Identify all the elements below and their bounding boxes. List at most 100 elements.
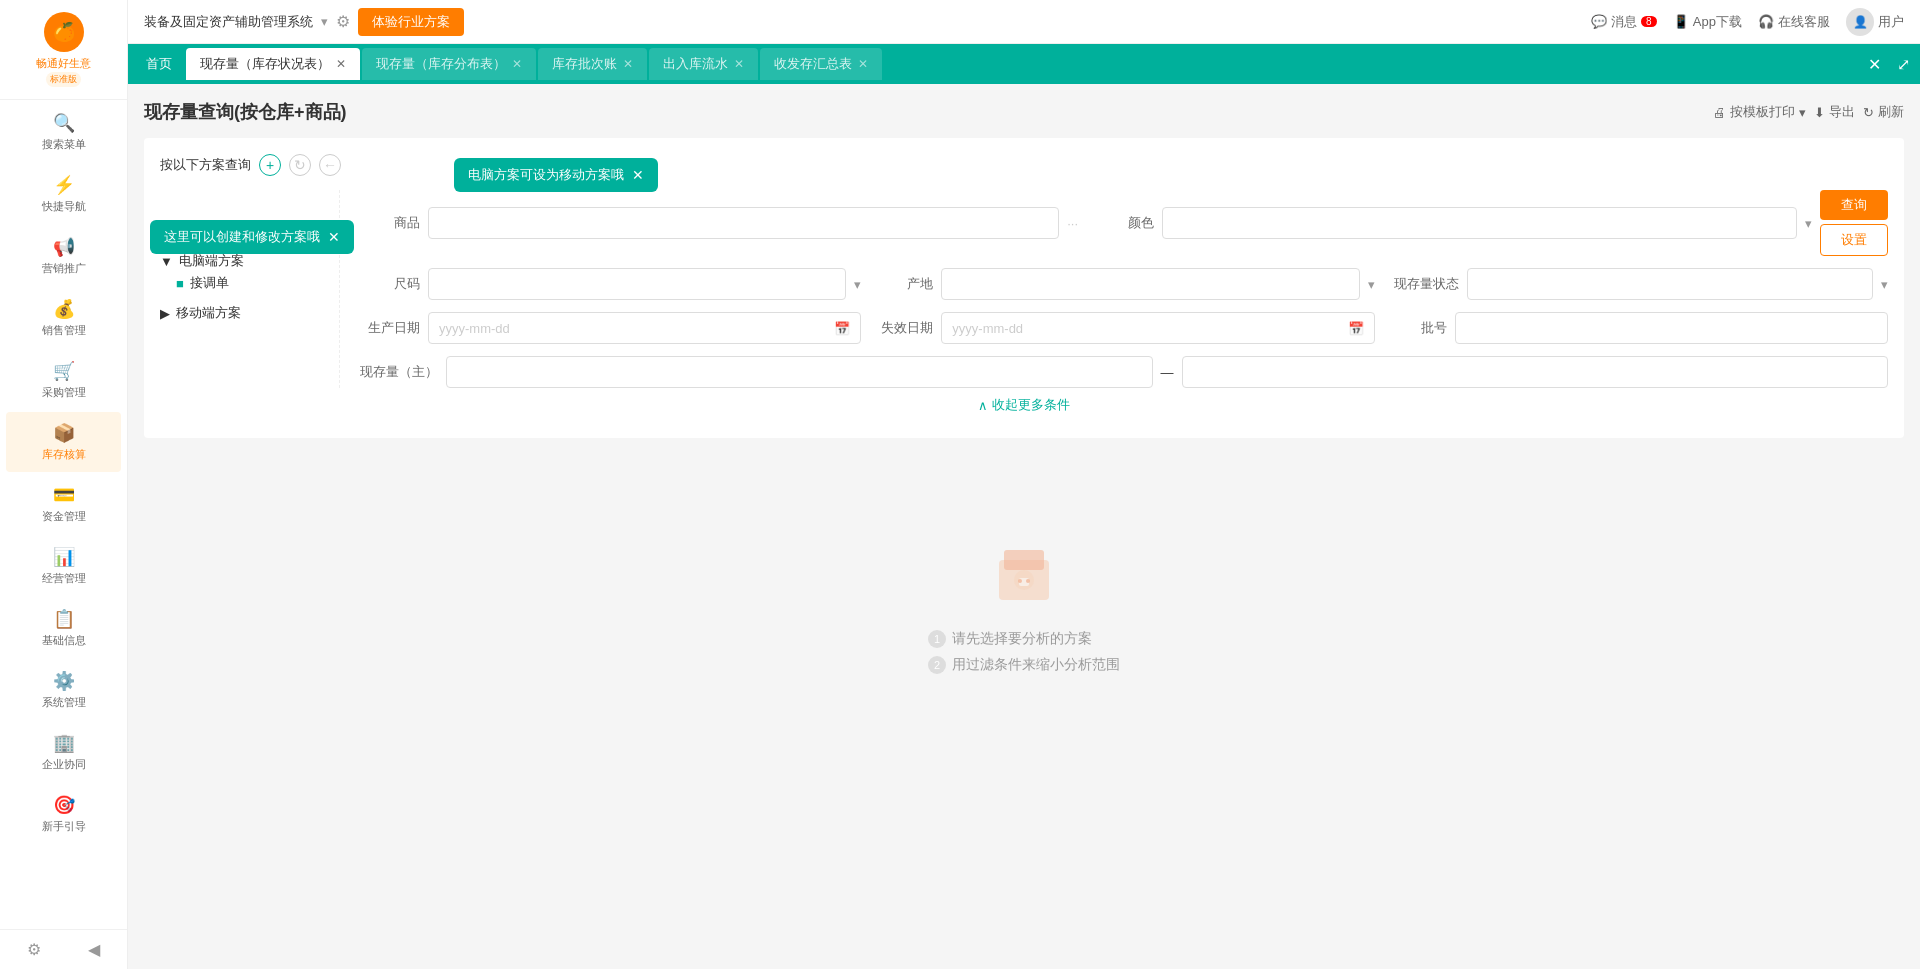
online-service-label: 在线客服 [1778, 13, 1830, 31]
scheme-mobile-header[interactable]: ▶ 移动端方案 [160, 302, 323, 324]
sidebar-item-sales[interactable]: 💰 销售管理 [6, 288, 121, 348]
sidebar-item-search[interactable]: 🔍 搜索菜单 [6, 102, 121, 162]
app-download-action[interactable]: 📱 App下载 [1673, 13, 1742, 31]
collapse-btn[interactable]: ∧ 收起更多条件 [160, 388, 1888, 422]
sidebar-label-operations: 经营管理 [42, 571, 86, 586]
svg-point-5 [1026, 579, 1030, 583]
sidebar-label-search: 搜索菜单 [42, 137, 86, 152]
enterprise-icon: 🏢 [53, 732, 75, 754]
back-scheme-btn[interactable]: ← [319, 154, 341, 176]
inventory-icon: 📦 [53, 422, 75, 444]
scheme-desktop-item-0[interactable]: ■ 接调单 [160, 272, 323, 294]
tooltip-close-1[interactable]: ✕ [632, 167, 644, 183]
tab-flow[interactable]: 出入库流水 ✕ [649, 48, 758, 80]
input-batch[interactable] [1455, 312, 1888, 344]
experience-button[interactable]: 体验行业方案 [358, 8, 464, 36]
tip-text-2: 用过滤条件来缩小分析范围 [952, 656, 1120, 674]
scheme-item-icon: ■ [176, 276, 184, 291]
scheme-mobile: ▶ 移动端方案 [160, 302, 323, 324]
filter-area: 按以下方案查询 + ↻ ← 电脑方案可设为移动方案哦 ✕ [144, 138, 1904, 438]
filter-content: 这里可以创建和修改方案哦 ✕ .tooltip-create::before {… [160, 190, 1888, 388]
sidebar-label-enterprise: 企业协同 [42, 757, 86, 772]
sidebar-nav: 🔍 搜索菜单 ⚡ 快捷导航 📢 营销推广 💰 销售管理 🛒 采购管理 📦 [0, 100, 127, 929]
sidebar-item-marketing[interactable]: 📢 营销推广 [6, 226, 121, 286]
tab-close-1[interactable]: ✕ [512, 57, 522, 71]
tab-batch[interactable]: 库存批次账 ✕ [538, 48, 647, 80]
message-action[interactable]: 💬 消息 8 [1591, 13, 1657, 31]
scheme-item-label: 接调单 [190, 274, 229, 292]
header-gear-icon[interactable]: ⚙ [336, 12, 350, 31]
empty-icon [984, 530, 1064, 610]
label-goods: 商品 [360, 214, 420, 232]
message-icon: 💬 [1591, 14, 1607, 29]
logo-icon: 🍊 [44, 12, 84, 52]
select-goods[interactable] [428, 207, 1059, 239]
expire-date-calendar-icon[interactable]: 📅 [1348, 321, 1364, 336]
refresh-scheme-btn[interactable]: ↻ [289, 154, 311, 176]
sidebar-label-basic-info: 基础信息 [42, 633, 86, 648]
tooltip-close-2[interactable]: ✕ [328, 229, 340, 245]
select-origin-arrow[interactable]: ▾ [1368, 277, 1375, 292]
prod-date-calendar-icon[interactable]: 📅 [834, 321, 850, 336]
user-action[interactable]: 👤 用户 [1846, 8, 1904, 36]
main-content: 装备及固定资产辅助管理系统 ▾ ⚙ 体验行业方案 💬 消息 8 📱 App下载 … [128, 0, 1920, 969]
tab-close-all-btn[interactable]: ✕ [1862, 55, 1887, 74]
print-icon: 🖨 [1713, 105, 1726, 120]
tabs-bar: 首页 现存量（库存状况表） ✕ 现存量（库存分布表） ✕ 库存批次账 ✕ 出入库… [128, 44, 1920, 84]
select-origin[interactable] [941, 268, 1359, 300]
refresh-icon: ↻ [1863, 105, 1874, 120]
tab-summary[interactable]: 收发存汇总表 ✕ [760, 48, 882, 80]
tab-close-0[interactable]: ✕ [336, 57, 346, 71]
sidebar-item-operations[interactable]: 📊 经营管理 [6, 536, 121, 596]
sidebar-label-system: 系统管理 [42, 695, 86, 710]
select-size[interactable] [428, 268, 846, 300]
export-btn[interactable]: ⬇ 导出 [1814, 103, 1855, 121]
input-stock-qty-to[interactable] [1182, 356, 1889, 388]
add-scheme-btn[interactable]: + [259, 154, 281, 176]
select-size-arrow[interactable]: ▾ [854, 277, 861, 292]
export-icon: ⬇ [1814, 105, 1825, 120]
sidebar-item-finance[interactable]: 💳 资金管理 [6, 474, 121, 534]
sidebar-item-inventory[interactable]: 📦 库存核算 [6, 412, 121, 472]
sidebar-item-guide[interactable]: 🎯 新手引导 [6, 784, 121, 844]
tab-close-3[interactable]: ✕ [734, 57, 744, 71]
ellipsis-goods: ··· [1067, 216, 1078, 231]
tip-num-1: 1 [928, 630, 946, 648]
input-stock-qty-from[interactable] [446, 356, 1153, 388]
tab-maximize-btn[interactable]: ⤢ [1891, 55, 1916, 74]
quick-nav-icon: ⚡ [53, 174, 75, 196]
collapse-sidebar-btn[interactable]: ◀ [88, 940, 100, 959]
range-separator: — [1161, 365, 1174, 380]
sidebar-label-quick-nav: 快捷导航 [42, 199, 86, 214]
sidebar-item-basic-info[interactable]: 📋 基础信息 [6, 598, 121, 658]
settings-footer-btn[interactable]: ⚙ [27, 940, 41, 959]
sidebar-item-purchase[interactable]: 🛒 采购管理 [6, 350, 121, 410]
system-select-arrow[interactable]: ▾ [321, 14, 328, 29]
tab-inventory-dist[interactable]: 现存量（库存分布表） ✕ [362, 48, 536, 80]
tooltip-create-scheme: 这里可以创建和修改方案哦 ✕ .tooltip-create::before {… [150, 220, 354, 254]
tooltip-text-1: 电脑方案可设为移动方案哦 [468, 166, 624, 184]
input-expire-date[interactable]: yyyy-mm-dd 📅 [941, 312, 1374, 344]
sidebar-item-system[interactable]: ⚙️ 系统管理 [6, 660, 121, 720]
print-btn[interactable]: 🖨 按模板打印 ▾ [1713, 103, 1806, 121]
set-button[interactable]: 设置 [1820, 224, 1888, 256]
sidebar-label-inventory: 库存核算 [42, 447, 86, 462]
select-stock-status-arrow[interactable]: ▾ [1881, 277, 1888, 292]
expire-date-placeholder: yyyy-mm-dd [952, 321, 1023, 336]
refresh-btn[interactable]: ↻ 刷新 [1863, 103, 1904, 121]
select-color-arrow[interactable]: ▾ [1805, 216, 1812, 231]
sidebar-item-quick-nav[interactable]: ⚡ 快捷导航 [6, 164, 121, 224]
select-color[interactable] [1162, 207, 1797, 239]
tab-close-2[interactable]: ✕ [623, 57, 633, 71]
search-button[interactable]: 查询 [1820, 190, 1888, 220]
input-prod-date[interactable]: yyyy-mm-dd 📅 [428, 312, 861, 344]
tab-home[interactable]: 首页 [132, 55, 186, 73]
sidebar-item-enterprise[interactable]: 🏢 企业协同 [6, 722, 121, 782]
scheme-mobile-label: 移动端方案 [176, 304, 241, 322]
tab-inventory-status[interactable]: 现存量（库存状况表） ✕ [186, 48, 360, 80]
message-badge: 8 [1641, 16, 1657, 27]
online-service-action[interactable]: 🎧 在线客服 [1758, 13, 1830, 31]
tab-close-4[interactable]: ✕ [858, 57, 868, 71]
label-stock-qty: 现存量（主） [360, 363, 438, 381]
select-stock-status[interactable] [1467, 268, 1873, 300]
